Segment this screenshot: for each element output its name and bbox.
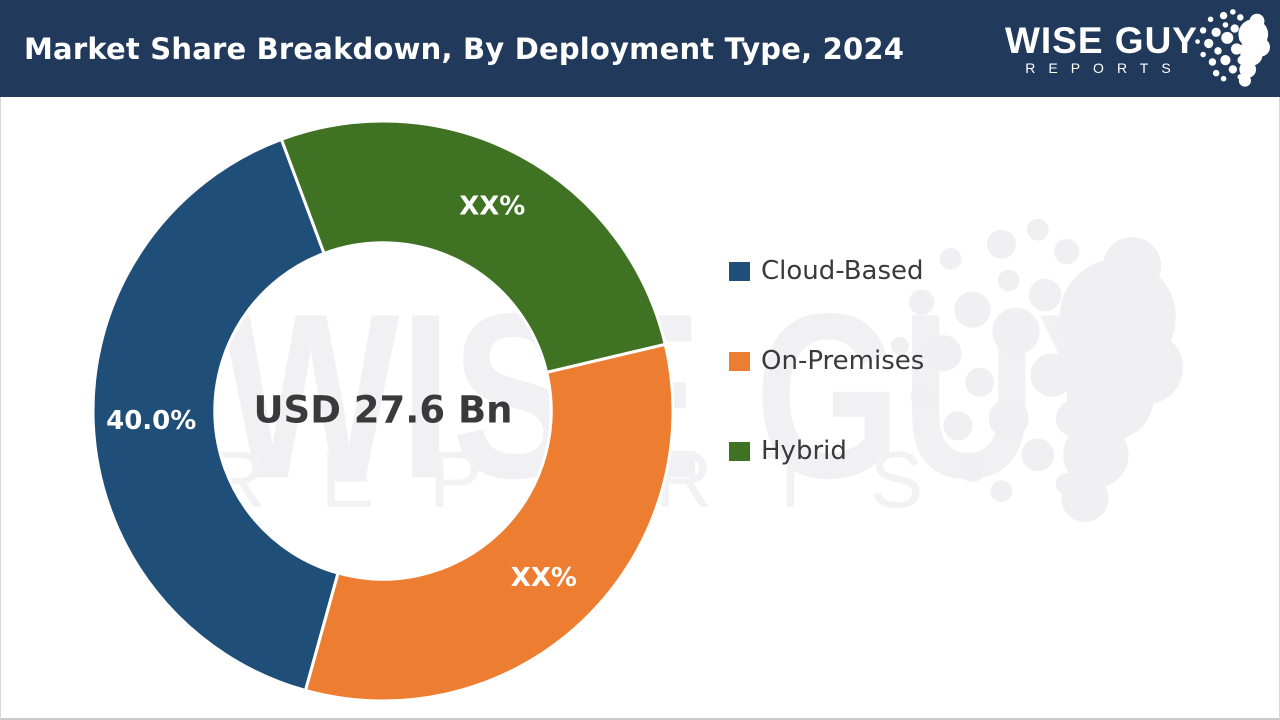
logo-face-icon xyxy=(1195,9,1270,87)
report-infographic: WISE GUY REPORTS 40.0% XX% XX% USD 27.6 Bn… xyxy=(0,0,1280,720)
logo-text: WISE GUY REPORTS xyxy=(1004,19,1198,76)
legend-label: Hybrid xyxy=(761,436,847,466)
donut-segment-hybrid xyxy=(279,119,667,374)
chart-legend: Cloud-Based On-Premises Hybrid xyxy=(729,249,924,519)
legend-item-on-premises: On-Premises xyxy=(729,339,924,383)
legend-swatch-cloud-based xyxy=(729,261,750,281)
legend-item-cloud-based: Cloud-Based xyxy=(729,249,924,293)
wise-guy-logo: WISE GUY REPORTS xyxy=(1005,4,1270,94)
segment-label: XX% xyxy=(459,191,525,221)
legend-label: Cloud-Based xyxy=(761,256,924,286)
legend-swatch-on-premises xyxy=(729,351,750,371)
segment-label: 40.0% xyxy=(106,406,196,436)
logo-subtitle: REPORTS xyxy=(1025,59,1184,76)
segment-label: XX% xyxy=(511,563,577,593)
legend-label: On-Premises xyxy=(761,346,925,376)
header: Market Share Breakdown, By Deployment Ty… xyxy=(0,0,1280,97)
chart-center-value: USD 27.6 Bn xyxy=(253,388,513,432)
logo-wordmark: WISE GUY xyxy=(1004,19,1198,61)
legend-swatch-hybrid xyxy=(729,441,750,461)
page-title: Market Share Breakdown, By Deployment Ty… xyxy=(24,31,905,66)
donut-chart: 40.0% XX% XX% xyxy=(91,119,675,703)
legend-item-hybrid: Hybrid xyxy=(729,429,924,473)
